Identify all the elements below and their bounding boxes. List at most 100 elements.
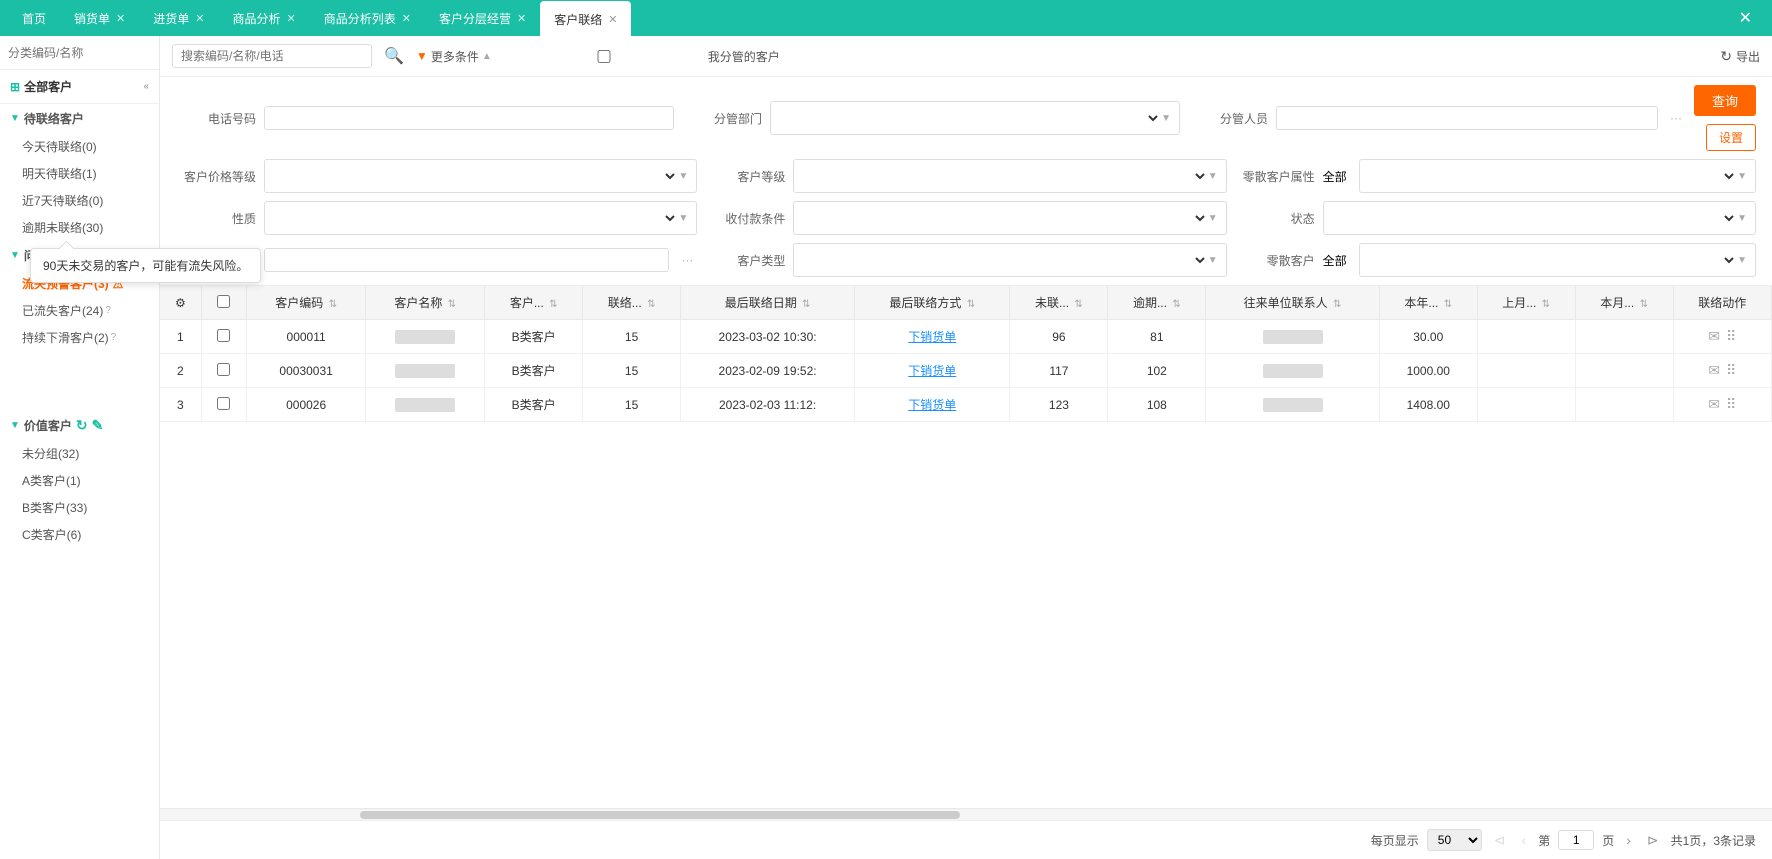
sidebar-item-ungrouped[interactable]: 未分组(32) bbox=[0, 440, 159, 467]
more-filter-button[interactable]: ▼ 更多条件 ▲ bbox=[416, 48, 492, 65]
col-last-month[interactable]: 上月... ⇅ bbox=[1477, 286, 1575, 320]
search-button[interactable]: 🔍 bbox=[384, 46, 404, 66]
customer-type-select[interactable]: ▼ bbox=[793, 243, 1226, 277]
setting-button[interactable]: 设置 bbox=[1706, 124, 1756, 151]
status-select[interactable]: ▼ bbox=[1323, 201, 1756, 235]
cell-last-contact-method[interactable]: 下销货单 bbox=[855, 354, 1010, 388]
scroll-thumb[interactable] bbox=[360, 811, 960, 819]
price-level-select[interactable]: ▼ bbox=[264, 159, 697, 193]
sidebar-group-header-value[interactable]: ▼ 价值客户 ↻ ✎ bbox=[0, 411, 159, 440]
sidebar-item-class-a[interactable]: A类客户(1) bbox=[0, 467, 159, 494]
sidebar-all-customers[interactable]: ⊞ 全部客户 « bbox=[0, 70, 159, 104]
contact-action-icon[interactable]: ✉ bbox=[1708, 362, 1720, 379]
cell-checkbox[interactable] bbox=[201, 388, 246, 422]
customer-level-select[interactable]: ▼ bbox=[793, 159, 1226, 193]
col-this-year[interactable]: 本年... ⇅ bbox=[1379, 286, 1477, 320]
sidebar-item-churned[interactable]: 已流失客户(24) ? bbox=[0, 297, 159, 324]
contact-action-icon[interactable]: ✉ bbox=[1708, 396, 1720, 413]
close-icon[interactable]: ✕ bbox=[195, 12, 204, 25]
cell-checkbox[interactable] bbox=[201, 354, 246, 388]
my-customer-checkbox-area[interactable]: 我分管的客户 bbox=[504, 48, 780, 65]
more-button[interactable]: ··· bbox=[1666, 107, 1686, 129]
tab-product-analysis[interactable]: 商品分析 ✕ bbox=[218, 0, 309, 36]
col-this-month[interactable]: 本月... ⇅ bbox=[1575, 286, 1673, 320]
close-icon[interactable]: ✕ bbox=[608, 13, 617, 26]
horizontal-scrollbar[interactable] bbox=[160, 808, 1772, 820]
col-contact-count[interactable]: 联络... ⇅ bbox=[583, 286, 681, 320]
sidebar-item-today[interactable]: 今天待联络(0) bbox=[0, 133, 159, 160]
tab-purchase-order[interactable]: 进货单 ✕ bbox=[139, 0, 218, 36]
row-checkbox[interactable] bbox=[217, 329, 230, 342]
sidebar-item-overdue[interactable]: 逾期未联络(30) bbox=[0, 214, 159, 241]
contact-method-link[interactable]: 下销货单 bbox=[908, 330, 956, 344]
col-code[interactable]: 客户编码 ⇅ bbox=[247, 286, 366, 320]
row-checkbox[interactable] bbox=[217, 363, 230, 376]
sidebar-group-header-pending[interactable]: ▼ 待联络客户 bbox=[0, 104, 159, 133]
col-uncontact[interactable]: 未联... ⇅ bbox=[1010, 286, 1108, 320]
retail-attr-select[interactable]: ▼ bbox=[1359, 159, 1756, 193]
first-page-button[interactable]: ⊲ bbox=[1490, 830, 1510, 851]
nature-select[interactable]: ▼ bbox=[264, 201, 697, 235]
tab-customer-segmentation[interactable]: 客户分层经营 ✕ bbox=[425, 0, 540, 36]
close-icon[interactable]: ✕ bbox=[517, 12, 526, 25]
collapse-icon[interactable]: « bbox=[143, 81, 149, 92]
phone-input[interactable] bbox=[264, 106, 674, 130]
prev-page-button[interactable]: ‹ bbox=[1518, 830, 1531, 850]
more-action-icon[interactable]: ⠿ bbox=[1726, 396, 1736, 413]
sidebar-item-declining[interactable]: 持续下滑客户(2) ? bbox=[0, 324, 159, 351]
customer-type-dropdown[interactable] bbox=[802, 248, 1207, 272]
customer-level-dropdown[interactable] bbox=[802, 164, 1207, 188]
tab-product-analysis-list[interactable]: 商品分析列表 ✕ bbox=[310, 0, 425, 36]
retail-customer-select[interactable]: ▼ bbox=[1359, 243, 1756, 277]
retail-attr-dropdown[interactable] bbox=[1368, 164, 1737, 188]
tab-customer-contact[interactable]: 客户联络 ✕ bbox=[540, 1, 631, 37]
payment-select[interactable]: ▼ bbox=[793, 201, 1226, 235]
contact-method-link[interactable]: 下销货单 bbox=[908, 398, 956, 412]
col-last-contact-date[interactable]: 最后联络日期 ⇅ bbox=[681, 286, 855, 320]
sidebar-item-tomorrow[interactable]: 明天待联络(1) bbox=[0, 160, 159, 187]
col-last-contact-method[interactable]: 最后联络方式 ⇅ bbox=[855, 286, 1010, 320]
page-number-input[interactable] bbox=[1558, 830, 1594, 850]
dept-select[interactable]: ▼ bbox=[770, 101, 1180, 135]
contact-action-icon[interactable]: ✉ bbox=[1708, 328, 1720, 345]
search-input[interactable] bbox=[172, 44, 372, 68]
payment-dropdown[interactable] bbox=[802, 206, 1207, 230]
more-action-icon[interactable]: ⠿ bbox=[1726, 328, 1736, 345]
region-more-button[interactable]: ··· bbox=[677, 249, 697, 271]
next-page-button[interactable]: › bbox=[1622, 830, 1635, 850]
sidebar-search-input[interactable] bbox=[8, 46, 160, 60]
person-input[interactable] bbox=[1276, 106, 1658, 130]
contact-method-link[interactable]: 下销货单 bbox=[908, 364, 956, 378]
retail-customer-dropdown[interactable] bbox=[1368, 248, 1737, 272]
dept-dropdown[interactable] bbox=[779, 106, 1161, 130]
query-button[interactable]: 查询 bbox=[1694, 85, 1756, 116]
window-close-button[interactable]: ✕ bbox=[1727, 8, 1764, 28]
tab-sales-order[interactable]: 销货单 ✕ bbox=[60, 0, 139, 36]
col-customer-type[interactable]: 客户... ⇅ bbox=[485, 286, 583, 320]
nature-dropdown[interactable] bbox=[273, 206, 678, 230]
export-button[interactable]: ↻ 导出 bbox=[1720, 48, 1760, 65]
close-icon[interactable]: ✕ bbox=[116, 12, 125, 25]
more-action-icon[interactable]: ⠿ bbox=[1726, 362, 1736, 379]
select-all-checkbox[interactable] bbox=[217, 295, 230, 308]
cell-checkbox[interactable] bbox=[201, 320, 246, 354]
price-level-dropdown[interactable] bbox=[273, 164, 678, 188]
close-icon[interactable]: ✕ bbox=[287, 12, 296, 25]
col-unit-contact[interactable]: 往来单位联系人 ⇅ bbox=[1206, 286, 1380, 320]
status-dropdown[interactable] bbox=[1332, 206, 1737, 230]
close-icon[interactable]: ✕ bbox=[402, 12, 411, 25]
col-overdue[interactable]: 逾期... ⇅ bbox=[1108, 286, 1206, 320]
page-size-select[interactable]: 50 100 200 bbox=[1427, 829, 1482, 851]
cell-last-contact-method[interactable]: 下销货单 bbox=[855, 320, 1010, 354]
my-customer-checkbox[interactable] bbox=[504, 50, 704, 63]
sidebar-item-class-b[interactable]: B类客户(33) bbox=[0, 494, 159, 521]
col-name[interactable]: 客户名称 ⇅ bbox=[366, 286, 485, 320]
row-checkbox[interactable] bbox=[217, 397, 230, 410]
sidebar-item-7days[interactable]: 近7天待联络(0) bbox=[0, 187, 159, 214]
refresh-icon[interactable]: ↻ bbox=[76, 417, 88, 434]
cell-last-contact-method[interactable]: 下销货单 bbox=[855, 388, 1010, 422]
region-input[interactable] bbox=[264, 248, 669, 272]
last-page-button[interactable]: ⊳ bbox=[1643, 830, 1663, 851]
sidebar-item-class-c[interactable]: C类客户(6) bbox=[0, 521, 159, 548]
settings-icon[interactable]: ⚙ bbox=[175, 296, 186, 310]
